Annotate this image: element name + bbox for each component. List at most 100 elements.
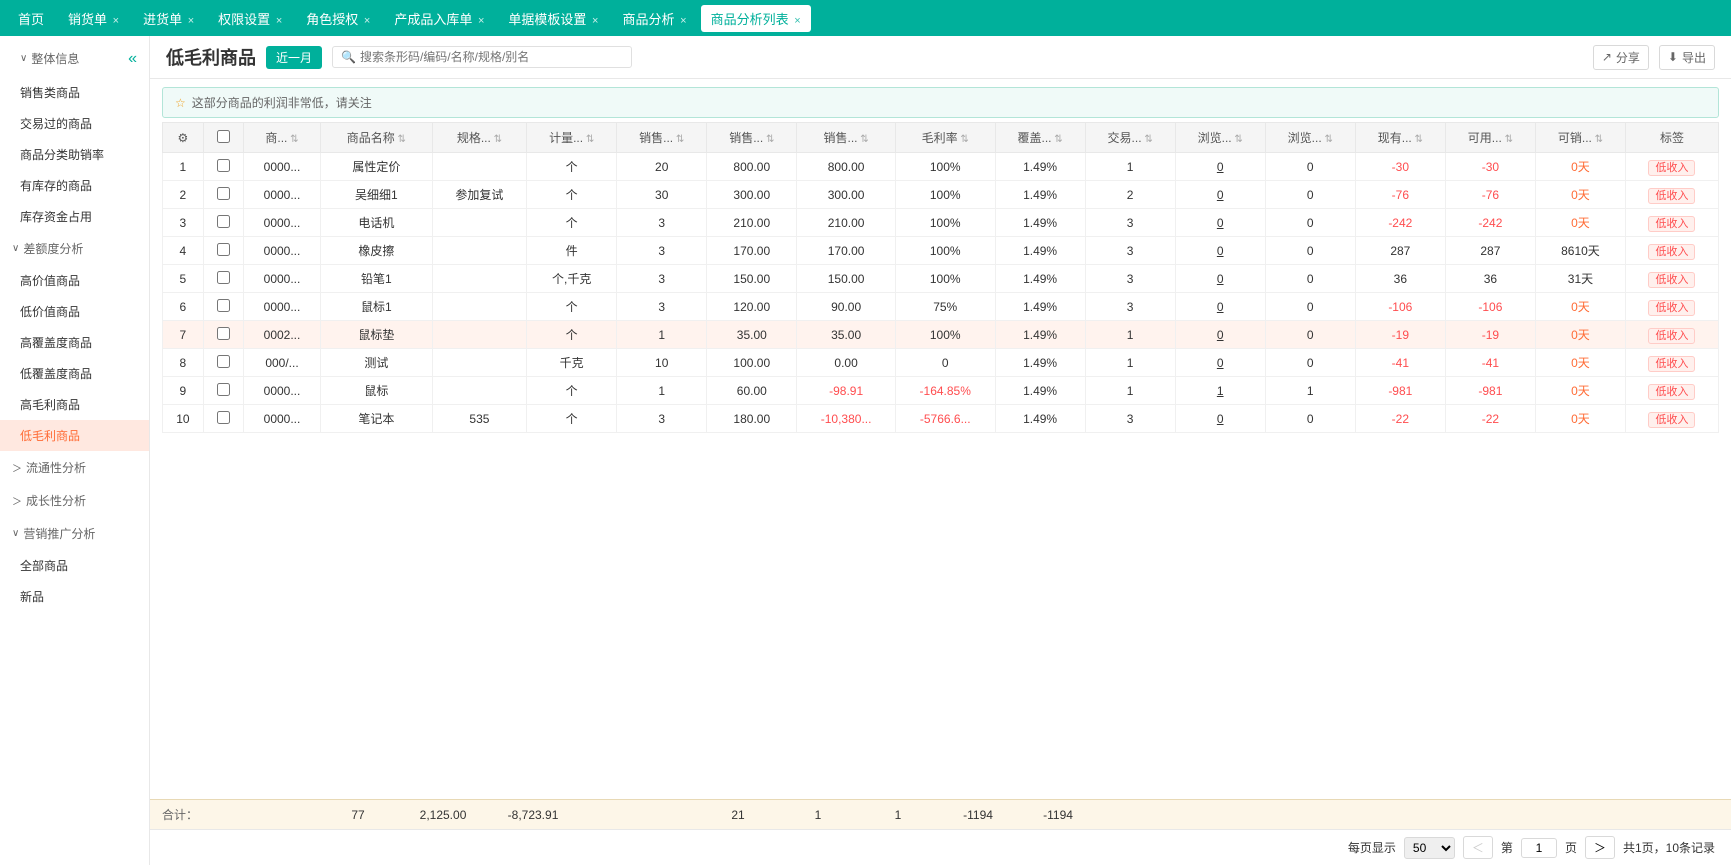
row-views2: 0	[1265, 349, 1355, 377]
nav-home[interactable]: 首页	[8, 5, 54, 32]
sidebar-group-circulation[interactable]: ＞ 流通性分析	[0, 451, 149, 484]
row-unit: 个	[527, 293, 617, 321]
sidebar-item-sales-products[interactable]: 销售类商品	[0, 77, 149, 108]
sidebar-item-high-profit[interactable]: 高毛利商品	[0, 389, 149, 420]
col-trade[interactable]: 交易...	[1085, 123, 1175, 153]
row-views1[interactable]: 0	[1175, 321, 1265, 349]
row-views1[interactable]: 0	[1175, 405, 1265, 433]
col-views1[interactable]: 浏览...	[1175, 123, 1265, 153]
row-code: 0002...	[244, 321, 321, 349]
row-views1[interactable]: 0	[1175, 293, 1265, 321]
row-checkbox[interactable]	[203, 237, 243, 265]
col-sales-price[interactable]: 销售...	[707, 123, 797, 153]
col-name[interactable]: 商品名称	[320, 123, 432, 153]
share-button[interactable]: ↗ 分享	[1593, 45, 1649, 70]
next-page-btn[interactable]: ＞	[1585, 836, 1615, 859]
footer-current-stock: -1194	[938, 808, 1018, 822]
col-current-stock[interactable]: 现有...	[1355, 123, 1445, 153]
sidebar-group-marketing[interactable]: ∨ 营销推广分析	[0, 517, 149, 550]
row-saleable: 0天	[1535, 321, 1625, 349]
row-views1[interactable]: 0	[1175, 181, 1265, 209]
nav-close-purchase[interactable]: ×	[188, 15, 194, 27]
col-coverage[interactable]: 覆盖...	[995, 123, 1085, 153]
sidebar-item-stock-products[interactable]: 有库存的商品	[0, 170, 149, 201]
sidebar-group-diff-analysis[interactable]: ∨ 差额度分析	[0, 232, 149, 265]
row-checkbox[interactable]	[203, 153, 243, 181]
row-unit: 个	[527, 321, 617, 349]
nav-close-storage[interactable]: ×	[478, 15, 484, 27]
sidebar-item-high-coverage[interactable]: 高覆盖度商品	[0, 327, 149, 358]
sidebar-group-overall[interactable]: ∨ 整体信息	[8, 42, 91, 75]
col-saleable[interactable]: 可销...	[1535, 123, 1625, 153]
nav-role-auth[interactable]: 角色授权 ×	[296, 5, 380, 32]
nav-product-storage[interactable]: 产成品入库单 ×	[384, 5, 494, 32]
sidebar-item-high-value[interactable]: 高价值商品	[0, 265, 149, 296]
row-checkbox[interactable]	[203, 405, 243, 433]
col-sales-qty[interactable]: 销售...	[617, 123, 707, 153]
row-spec	[432, 237, 526, 265]
sidebar-item-low-value[interactable]: 低价值商品	[0, 296, 149, 327]
row-views1[interactable]: 0	[1175, 265, 1265, 293]
sidebar-item-low-profit[interactable]: 低毛利商品	[0, 420, 149, 451]
export-button[interactable]: ⬇ 导出	[1659, 45, 1715, 70]
row-checkbox[interactable]	[203, 321, 243, 349]
col-spec[interactable]: 规格...	[432, 123, 526, 153]
page-size-select[interactable]: 50 100 200	[1404, 837, 1455, 859]
sidebar-item-low-coverage[interactable]: 低覆盖度商品	[0, 358, 149, 389]
row-trade: 3	[1085, 293, 1175, 321]
search-input[interactable]	[360, 50, 623, 64]
sidebar: ∨ 整体信息 « 销售类商品 交易过的商品 商品分类助销率 有库存的商品 库存资…	[0, 36, 150, 865]
nav-close-sales[interactable]: ×	[113, 15, 119, 27]
row-views1[interactable]: 1	[1175, 377, 1265, 405]
nav-sales-order[interactable]: 销货单 ×	[58, 5, 129, 32]
row-checkbox[interactable]	[203, 181, 243, 209]
sidebar-collapse-btn[interactable]: «	[124, 50, 141, 68]
col-settings[interactable]: ⚙	[163, 123, 204, 153]
row-current-stock: -106	[1355, 293, 1445, 321]
sidebar-item-category-rate[interactable]: 商品分类助销率	[0, 139, 149, 170]
nav-close-permission[interactable]: ×	[276, 15, 282, 27]
row-checkbox[interactable]	[203, 293, 243, 321]
row-checkbox[interactable]	[203, 349, 243, 377]
col-gross-rate[interactable]: 毛利率	[895, 123, 995, 153]
nav-close-analysis-list[interactable]: ×	[794, 15, 800, 27]
row-views1[interactable]: 0	[1175, 237, 1265, 265]
sidebar-item-capital[interactable]: 库存资金占用	[0, 201, 149, 232]
col-sales-amount[interactable]: 销售...	[797, 123, 896, 153]
row-name: 鼠标	[320, 377, 432, 405]
row-trade: 2	[1085, 181, 1175, 209]
row-views1[interactable]: 0	[1175, 209, 1265, 237]
row-sales-price: 120.00	[707, 293, 797, 321]
sidebar-item-all-products[interactable]: 全部商品	[0, 550, 149, 581]
row-views1[interactable]: 0	[1175, 349, 1265, 377]
row-coverage: 1.49%	[995, 321, 1085, 349]
nav-permission[interactable]: 权限设置 ×	[208, 5, 292, 32]
row-unit: 个	[527, 153, 617, 181]
row-checkbox[interactable]	[203, 265, 243, 293]
row-no: 8	[163, 349, 204, 377]
prev-page-btn[interactable]: ＜	[1463, 836, 1493, 859]
sidebar-group-growth[interactable]: ＞ 成长性分析	[0, 484, 149, 517]
nav-purchase-order[interactable]: 进货单 ×	[133, 5, 204, 32]
row-checkbox[interactable]	[203, 209, 243, 237]
nav-product-analysis-list[interactable]: 商品分析列表 ×	[701, 5, 811, 32]
row-checkbox[interactable]	[203, 377, 243, 405]
row-unit: 件	[527, 237, 617, 265]
col-views2[interactable]: 浏览...	[1265, 123, 1355, 153]
nav-close-role[interactable]: ×	[364, 15, 370, 27]
search-box[interactable]: 🔍	[332, 46, 632, 68]
select-all-checkbox[interactable]	[217, 130, 230, 143]
nav-product-analysis[interactable]: 商品分析 ×	[612, 5, 696, 32]
col-unit[interactable]: 计量...	[527, 123, 617, 153]
pagination-bar: 每页显示 50 100 200 ＜ 第 页 ＞ 共1页，10条记录	[150, 829, 1731, 865]
row-views1[interactable]: 0	[1175, 153, 1265, 181]
nav-close-template[interactable]: ×	[592, 15, 598, 27]
sidebar-item-traded-products[interactable]: 交易过的商品	[0, 108, 149, 139]
col-available[interactable]: 可用...	[1445, 123, 1535, 153]
nav-template-settings[interactable]: 单据模板设置 ×	[498, 5, 608, 32]
current-page-input[interactable]	[1521, 838, 1557, 858]
col-code[interactable]: 商...	[244, 123, 321, 153]
nav-close-analysis[interactable]: ×	[680, 15, 686, 27]
filter-recent-month-btn[interactable]: 近一月	[266, 46, 322, 69]
sidebar-item-new-products[interactable]: 新品	[0, 581, 149, 612]
